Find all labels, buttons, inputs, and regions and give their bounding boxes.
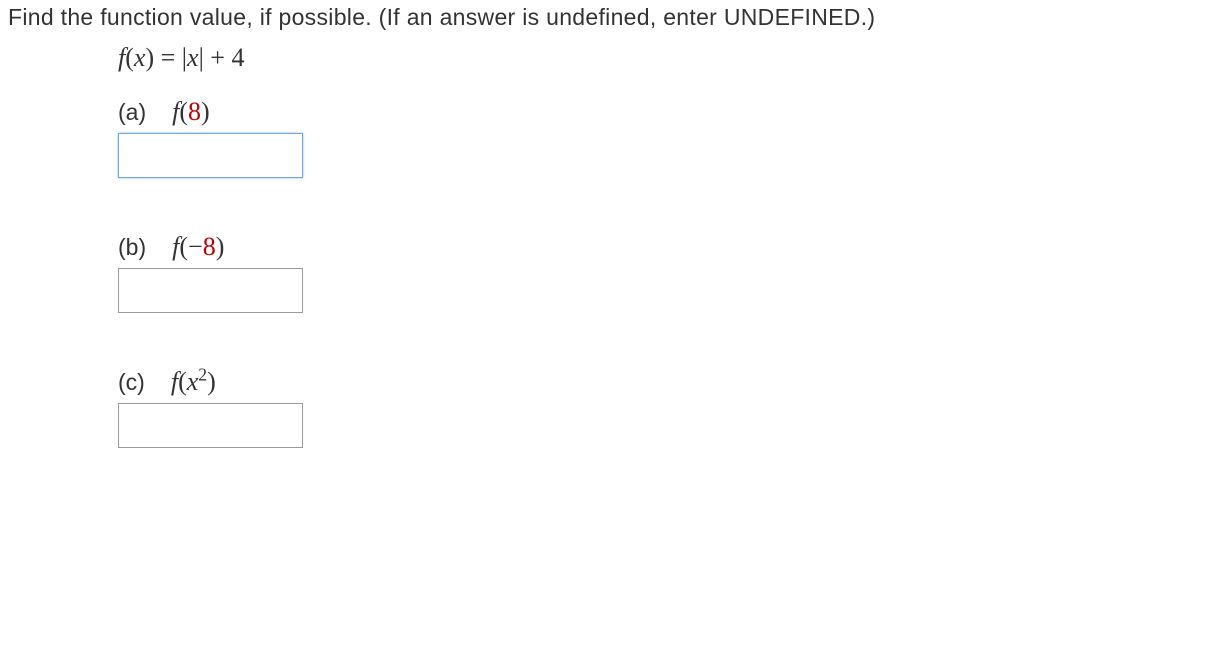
part-a-arg: 8	[188, 97, 201, 126]
part-c-letter: (c)	[118, 369, 145, 396]
instruction-text: Find the function value, if possible. (I…	[8, 4, 1222, 31]
part-b-minus: −	[188, 232, 203, 261]
part-c-arg-var: x	[187, 367, 199, 396]
part-a-func-call: f(8)	[172, 97, 210, 127]
part-b-answer-input[interactable]	[118, 268, 303, 313]
part-a: (a) f(8)	[118, 97, 1222, 178]
part-c-f: f	[171, 367, 178, 396]
part-b-arg: 8	[203, 232, 216, 261]
part-c-open: (	[178, 367, 187, 396]
func-def-var: x	[134, 43, 146, 72]
part-c-answer-input[interactable]	[118, 403, 303, 448]
part-b: (b) f(−8)	[118, 232, 1222, 313]
part-c: (c) f(x2)	[118, 367, 1222, 448]
part-a-letter: (a)	[118, 99, 146, 126]
part-b-open: (	[179, 232, 188, 261]
part-c-func-call: f(x2)	[171, 367, 216, 397]
func-def-tail: + 4	[204, 43, 245, 72]
part-a-open: (	[179, 97, 188, 126]
part-b-letter: (b)	[118, 234, 146, 261]
func-def-open-paren: (	[125, 43, 134, 72]
part-b-func-call: f(−8)	[172, 232, 224, 262]
func-def-close-paren: )	[145, 43, 154, 72]
part-b-close: )	[216, 232, 225, 261]
part-c-close: )	[207, 367, 216, 396]
func-def-eq: =	[154, 43, 182, 72]
part-c-arg-sup: 2	[198, 364, 207, 384]
part-a-answer-input[interactable]	[118, 133, 303, 178]
part-a-close: )	[201, 97, 210, 126]
func-def-rhs-var: x	[187, 43, 199, 72]
function-definition: f(x) = |x| + 4	[118, 43, 1222, 73]
